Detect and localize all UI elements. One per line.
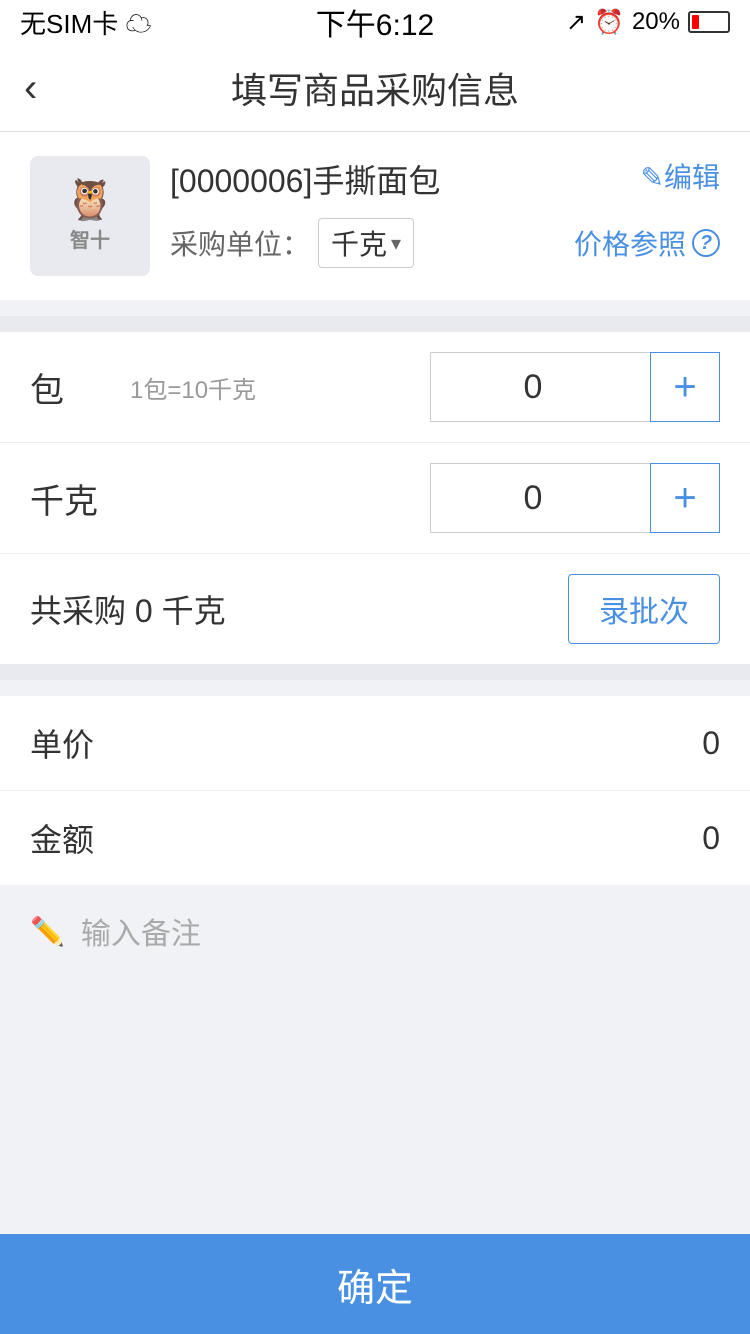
section-divider-1 [0, 316, 750, 332]
kg-plus-button[interactable]: + [650, 463, 720, 533]
price-ref-label: 价格参照 [574, 223, 686, 263]
battery-icon [688, 11, 730, 33]
summary-text: 共采购 0 千克 [30, 586, 226, 632]
edit-button[interactable]: ✎编辑 [641, 156, 720, 196]
kg-input-row: 千克 + [0, 443, 750, 554]
bag-sub-label: 1包=10千克 [130, 370, 256, 405]
nav-bar: ‹ 填写商品采购信息 [0, 44, 750, 132]
location-icon: ↗ [566, 8, 586, 37]
unit-select[interactable]: 千克 ▾ [318, 218, 414, 268]
kg-input-controls: + [430, 463, 720, 533]
product-card: 🦉 智十 [0000006]手撕面包 ✎编辑 采购单位： 千克 ▾ 价格参照 ? [0, 132, 750, 300]
battery-percent: 20% [632, 8, 680, 36]
section-divider-2 [0, 664, 750, 680]
bag-input-controls: + [430, 352, 720, 422]
unit-label: 采购单位： [170, 223, 310, 263]
product-info: [0000006]手撕面包 ✎编辑 采购单位： 千克 ▾ 价格参照 ? [170, 156, 720, 268]
product-unit-row: 采购单位： 千克 ▾ 价格参照 ? [170, 218, 720, 268]
content-spacer [0, 977, 750, 1234]
price-info-section: 单价 0 金额 0 [0, 696, 750, 885]
product-image-label: 智十 [70, 224, 110, 253]
unit-price-row: 单价 0 [0, 696, 750, 791]
confirm-button[interactable]: 确定 [0, 1234, 750, 1334]
unit-select-arrow-icon: ▾ [391, 231, 401, 256]
unit-price-value: 0 [702, 725, 720, 762]
price-ref-info-icon: ? [692, 229, 720, 257]
product-image: 🦉 智十 [30, 156, 150, 276]
amount-label: 金额 [30, 815, 94, 861]
status-right: ↗ ⏰ 20% [566, 8, 730, 37]
back-button[interactable]: ‹ [24, 68, 37, 108]
product-header: [0000006]手撕面包 ✎编辑 [170, 156, 720, 202]
sim-label: 无SIM卡 ☁ [20, 4, 151, 41]
main-content: 🦉 智十 [0000006]手撕面包 ✎编辑 采购单位： 千克 ▾ 价格参照 ? [0, 132, 750, 1234]
page-title: 填写商品采购信息 [231, 62, 519, 114]
price-ref-button[interactable]: 价格参照 ? [574, 223, 720, 263]
confirm-button-label: 确定 [337, 1257, 413, 1312]
kg-label: 千克 [30, 474, 110, 523]
status-time: 下午6:12 [316, 0, 434, 44]
bag-quantity-input[interactable] [430, 352, 650, 422]
amount-row: 金额 0 [0, 791, 750, 885]
status-bar: 无SIM卡 ☁ 下午6:12 ↗ ⏰ 20% [0, 0, 750, 44]
product-name: [0000006]手撕面包 [170, 156, 641, 202]
unit-price-label: 单价 [30, 720, 94, 766]
kg-quantity-input[interactable] [430, 463, 650, 533]
unit-select-text: 千克 [331, 223, 387, 263]
remark-input[interactable]: 输入备注 [81, 909, 201, 953]
bag-label: 包 [30, 363, 110, 412]
alarm-icon: ⏰ [594, 8, 624, 37]
bag-input-row: 包 1包=10千克 + [0, 332, 750, 443]
unit-row-left: 采购单位： 千克 ▾ [170, 218, 414, 268]
product-owl-icon: 🦉 [65, 180, 115, 220]
status-left: 无SIM卡 ☁ [20, 4, 151, 41]
pencil-icon: ✏️ [30, 915, 65, 948]
batch-button[interactable]: 录批次 [568, 574, 720, 644]
remark-section[interactable]: ✏️ 输入备注 [0, 885, 750, 977]
amount-value: 0 [702, 820, 720, 857]
bag-plus-button[interactable]: + [650, 352, 720, 422]
summary-row: 共采购 0 千克 录批次 [0, 554, 750, 664]
input-section: 包 1包=10千克 + 千克 + 共采购 0 千克 录批次 [0, 332, 750, 664]
